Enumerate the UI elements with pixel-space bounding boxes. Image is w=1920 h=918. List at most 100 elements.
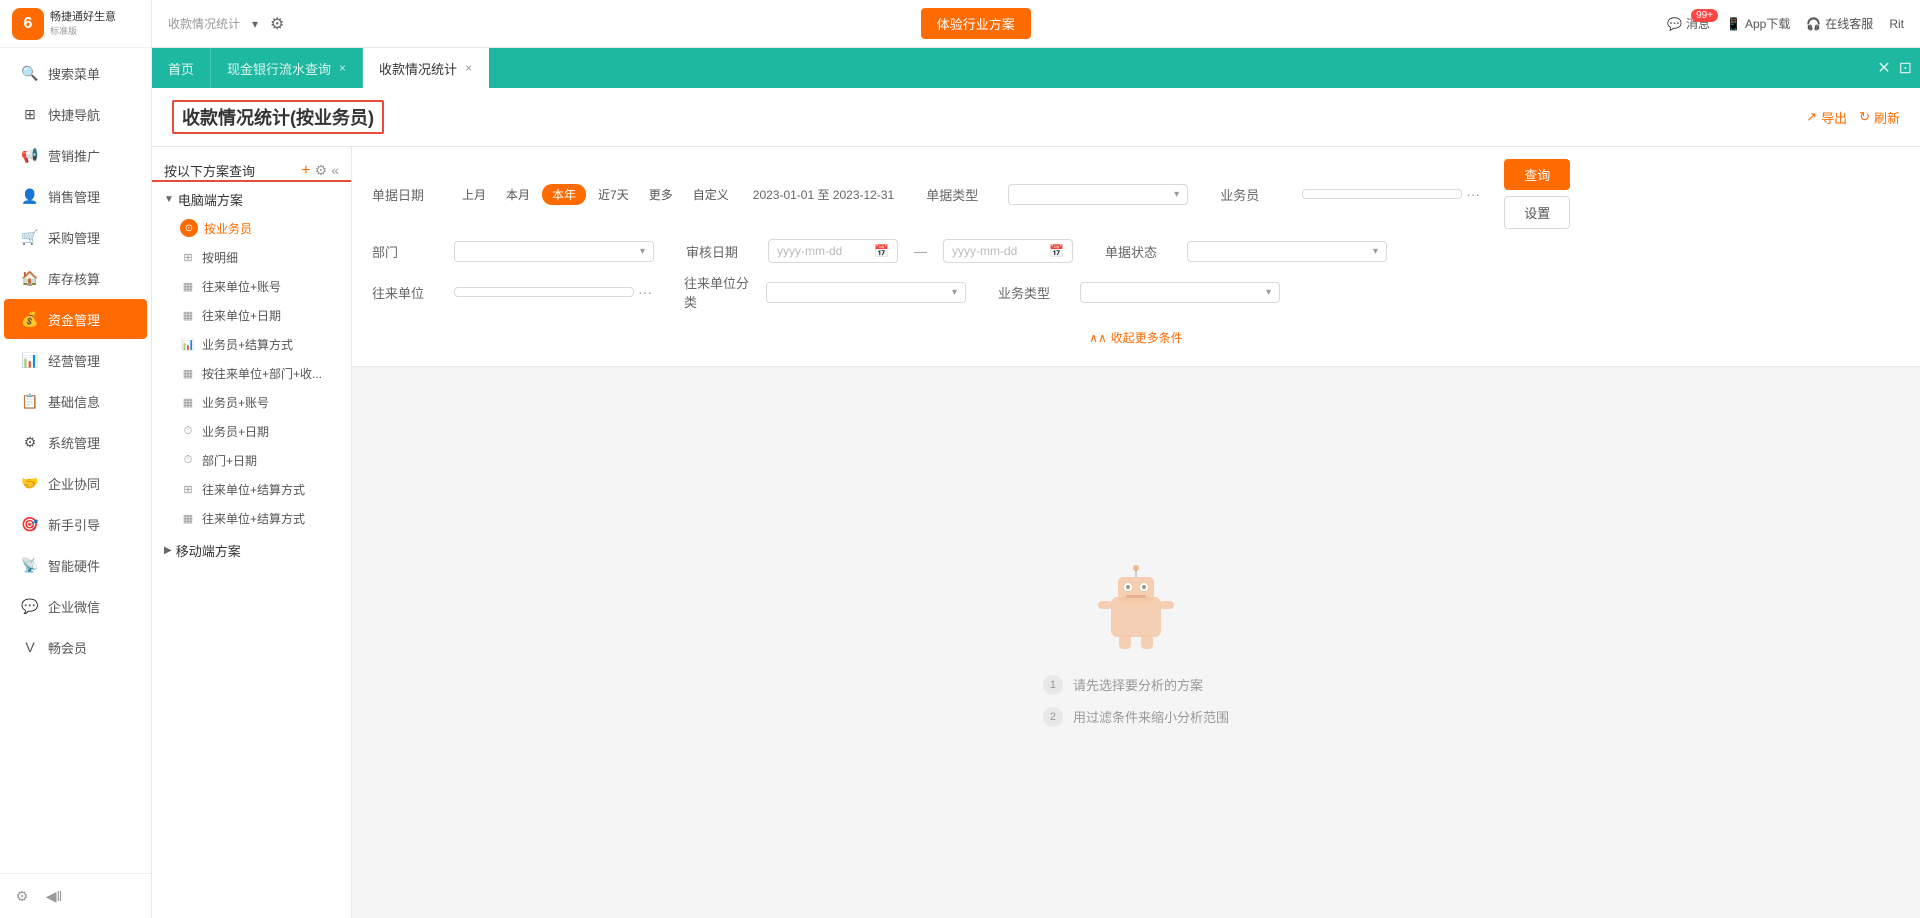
counterpart-category-select[interactable]: ▾ bbox=[766, 282, 966, 303]
scheme-item-0-5[interactable]: ▦按往来单位+部门+收... bbox=[152, 359, 351, 388]
content-area: 1 请先选择要分析的方案 2 用过滤条件来缩小分析范围 bbox=[352, 367, 1920, 918]
tab-close-0[interactable]: × bbox=[339, 61, 346, 75]
collapse-btn[interactable]: ∧∧ 收起更多条件 bbox=[372, 321, 1900, 354]
counterpart-input[interactable] bbox=[454, 287, 634, 297]
sidebar-item-search[interactable]: 🔍搜索菜单 bbox=[4, 53, 147, 93]
topbar-messages-btn[interactable]: 💬 消息 99+ bbox=[1667, 15, 1710, 32]
scheme-item-label-0-3: 往来单位+日期 bbox=[202, 307, 281, 324]
scheme-group-1: ▶移动端方案 bbox=[152, 537, 351, 564]
sidebar-item-wechat[interactable]: 💬企业微信 bbox=[4, 586, 147, 626]
audit-date-to[interactable]: yyyy-mm-dd 📅 bbox=[943, 239, 1073, 263]
sidebar-item-quicknav[interactable]: ⊞快捷导航 bbox=[4, 94, 147, 134]
scheme-item-0-8[interactable]: ⏱部门+日期 bbox=[152, 446, 351, 475]
tab-home[interactable]: 首页 bbox=[152, 48, 211, 88]
audit-date-from-value: yyyy-mm-dd bbox=[777, 244, 842, 258]
collapse-sidebar-btn[interactable]: ◀‖ bbox=[40, 882, 68, 910]
audit-date-from[interactable]: yyyy-mm-dd 📅 bbox=[768, 239, 898, 263]
maximize-window-btn[interactable]: ⊡ bbox=[1899, 58, 1912, 78]
scheme-item-0-0[interactable]: ⊙按业务员 bbox=[152, 213, 351, 243]
sidebar-item-operations[interactable]: 📊经营管理 bbox=[4, 340, 147, 380]
settings-bottom-btn[interactable]: ⚙ bbox=[8, 882, 36, 910]
scheme-item-0-1[interactable]: ⊞按明细 bbox=[152, 243, 351, 272]
sidebar-bottom: ⚙ ◀‖ bbox=[0, 873, 151, 918]
sidebar-label-wechat: 企业微信 bbox=[48, 597, 100, 616]
sidebar-item-marketing[interactable]: 📢营销推广 bbox=[4, 135, 147, 175]
topbar-user[interactable]: Rit bbox=[1889, 17, 1904, 31]
date-tab-1[interactable]: 本月 bbox=[498, 184, 538, 205]
scheme-item-0-10[interactable]: ▦往来单位+结算方式 bbox=[152, 504, 351, 533]
topbar-right: 💬 消息 99+ 📱 App下载 🎧 在线客服 Rit bbox=[1667, 15, 1904, 32]
sidebar-item-hardware[interactable]: 📡智能硬件 bbox=[4, 545, 147, 585]
sidebar-icon-purchase: 🛒 bbox=[20, 227, 40, 247]
scheme-item-0-4[interactable]: 📊业务员+结算方式 bbox=[152, 330, 351, 359]
scheme-item-icon-0-10: ▦ bbox=[180, 511, 196, 527]
topbar-dropdown[interactable]: ▾ bbox=[252, 17, 258, 31]
scheme-item-label-0-2: 往来单位+账号 bbox=[202, 278, 281, 295]
scheme-group-title-1[interactable]: ▶移动端方案 bbox=[152, 537, 351, 564]
sidebar-item-enterprise[interactable]: 🤝 企业协同 bbox=[4, 463, 147, 503]
btn-group: 查询 设置 bbox=[1504, 159, 1570, 229]
close-window-btn[interactable]: ✕ bbox=[1877, 58, 1890, 78]
sidebar-item-finance[interactable]: 💰资金管理 bbox=[4, 299, 147, 339]
date-tab-3[interactable]: 近7天 bbox=[590, 184, 637, 205]
date-tab-5[interactable]: 自定义 bbox=[685, 184, 737, 205]
sidebar-item-inventory[interactable]: 🏠库存核算 bbox=[4, 258, 147, 298]
tab-0[interactable]: 现金银行流水查询 × bbox=[211, 48, 363, 88]
scheme-group-title-0[interactable]: ▼电脑端方案 bbox=[152, 186, 351, 213]
refresh-btn[interactable]: ↻ 刷新 bbox=[1859, 108, 1900, 127]
salesman-input[interactable] bbox=[1302, 189, 1462, 199]
export-label: 导出 bbox=[1821, 108, 1847, 127]
scheme-item-0-2[interactable]: ▦往来单位+账号 bbox=[152, 272, 351, 301]
settings-btn[interactable]: 设置 bbox=[1504, 196, 1570, 229]
page-actions: ↗ 导出 ↻ 刷新 bbox=[1806, 108, 1900, 127]
scheme-item-0-6[interactable]: ▦业务员+账号 bbox=[152, 388, 351, 417]
sidebar-icon-enterprise: 🤝 bbox=[20, 473, 40, 493]
scheme-item-icon-0-6: ▦ bbox=[180, 395, 196, 411]
scheme-item-0-3[interactable]: ▦ 往来单位+日期 bbox=[152, 301, 351, 330]
sidebar-icon-finance: 💰 bbox=[20, 309, 40, 329]
query-btn[interactable]: 查询 bbox=[1504, 159, 1570, 190]
counterpart-dots-btn[interactable]: ··· bbox=[638, 284, 652, 300]
logo-badge: 标准版 bbox=[50, 24, 116, 37]
sidebar-label-hardware: 智能硬件 bbox=[48, 556, 100, 575]
scheme-item-0-9[interactable]: ⊞往来单位+结算方式 bbox=[152, 475, 351, 504]
sidebar-label-operations: 经营管理 bbox=[48, 351, 100, 370]
step-2-num: 2 bbox=[1043, 707, 1063, 727]
trial-btn[interactable]: 体验行业方案 bbox=[921, 8, 1031, 39]
scheme-item-label-0-8: 部门+日期 bbox=[202, 452, 257, 469]
sidebar-item-system[interactable]: ⚙系统管理 bbox=[4, 422, 147, 462]
scheme-item-label-0-4: 业务员+结算方式 bbox=[202, 336, 293, 353]
scheme-add-btn[interactable]: + bbox=[301, 162, 310, 180]
sidebar-icon-quicknav: ⊞ bbox=[20, 104, 40, 124]
sidebar-item-guide[interactable]: 🎯新手引导 bbox=[4, 504, 147, 544]
sidebar-item-purchase[interactable]: 🛒采购管理 bbox=[4, 217, 147, 257]
topbar-gear-btn[interactable]: ⚙ bbox=[270, 14, 284, 34]
sidebar-item-sales[interactable]: 👤销售管理 bbox=[4, 176, 147, 216]
scheme-collapse-btn[interactable]: « bbox=[331, 162, 339, 180]
sidebar-item-member[interactable]: V畅会员 bbox=[4, 627, 147, 667]
topbar-app-btn[interactable]: 📱 App下载 bbox=[1726, 15, 1790, 32]
date-tab-2[interactable]: 本年 bbox=[542, 184, 586, 205]
dept-select[interactable]: ▾ bbox=[454, 241, 654, 262]
export-btn[interactable]: ↗ 导出 bbox=[1806, 108, 1847, 127]
date-tab-0[interactable]: 上月 bbox=[454, 184, 494, 205]
topbar-service-btn[interactable]: 🎧 在线客服 bbox=[1806, 15, 1873, 32]
scheme-item-icon-0-3: ▦ bbox=[180, 308, 196, 324]
scheme-settings-btn[interactable]: ⚙ bbox=[315, 162, 328, 180]
tab-close-1[interactable]: × bbox=[465, 61, 472, 75]
logo-text: 畅捷通好生意 bbox=[50, 10, 116, 24]
sidebar-item-basic[interactable]: 📋基础信息 bbox=[4, 381, 147, 421]
bill-type-select[interactable]: ▾ bbox=[1008, 184, 1188, 205]
bill-status-select[interactable]: ▾ bbox=[1187, 241, 1387, 262]
scheme-item-0-7[interactable]: ⏱业务员+日期 bbox=[152, 417, 351, 446]
sidebar-label-enterprise: 企业协同 bbox=[48, 474, 100, 493]
tab-1[interactable]: 收款情况统计× bbox=[363, 48, 489, 88]
date-tab-4[interactable]: 更多 bbox=[641, 184, 681, 205]
business-type-select[interactable]: ▾ bbox=[1080, 282, 1280, 303]
salesman-dots-btn[interactable]: ··· bbox=[1466, 186, 1480, 202]
business-type-arrow: ▾ bbox=[1266, 287, 1271, 298]
tab-label-0: 现金银行流水查询 bbox=[227, 59, 331, 78]
sidebar-icon-basic: 📋 bbox=[20, 391, 40, 411]
date-dash: — bbox=[914, 244, 927, 259]
sidebar-label-search: 搜索菜单 bbox=[48, 64, 100, 83]
